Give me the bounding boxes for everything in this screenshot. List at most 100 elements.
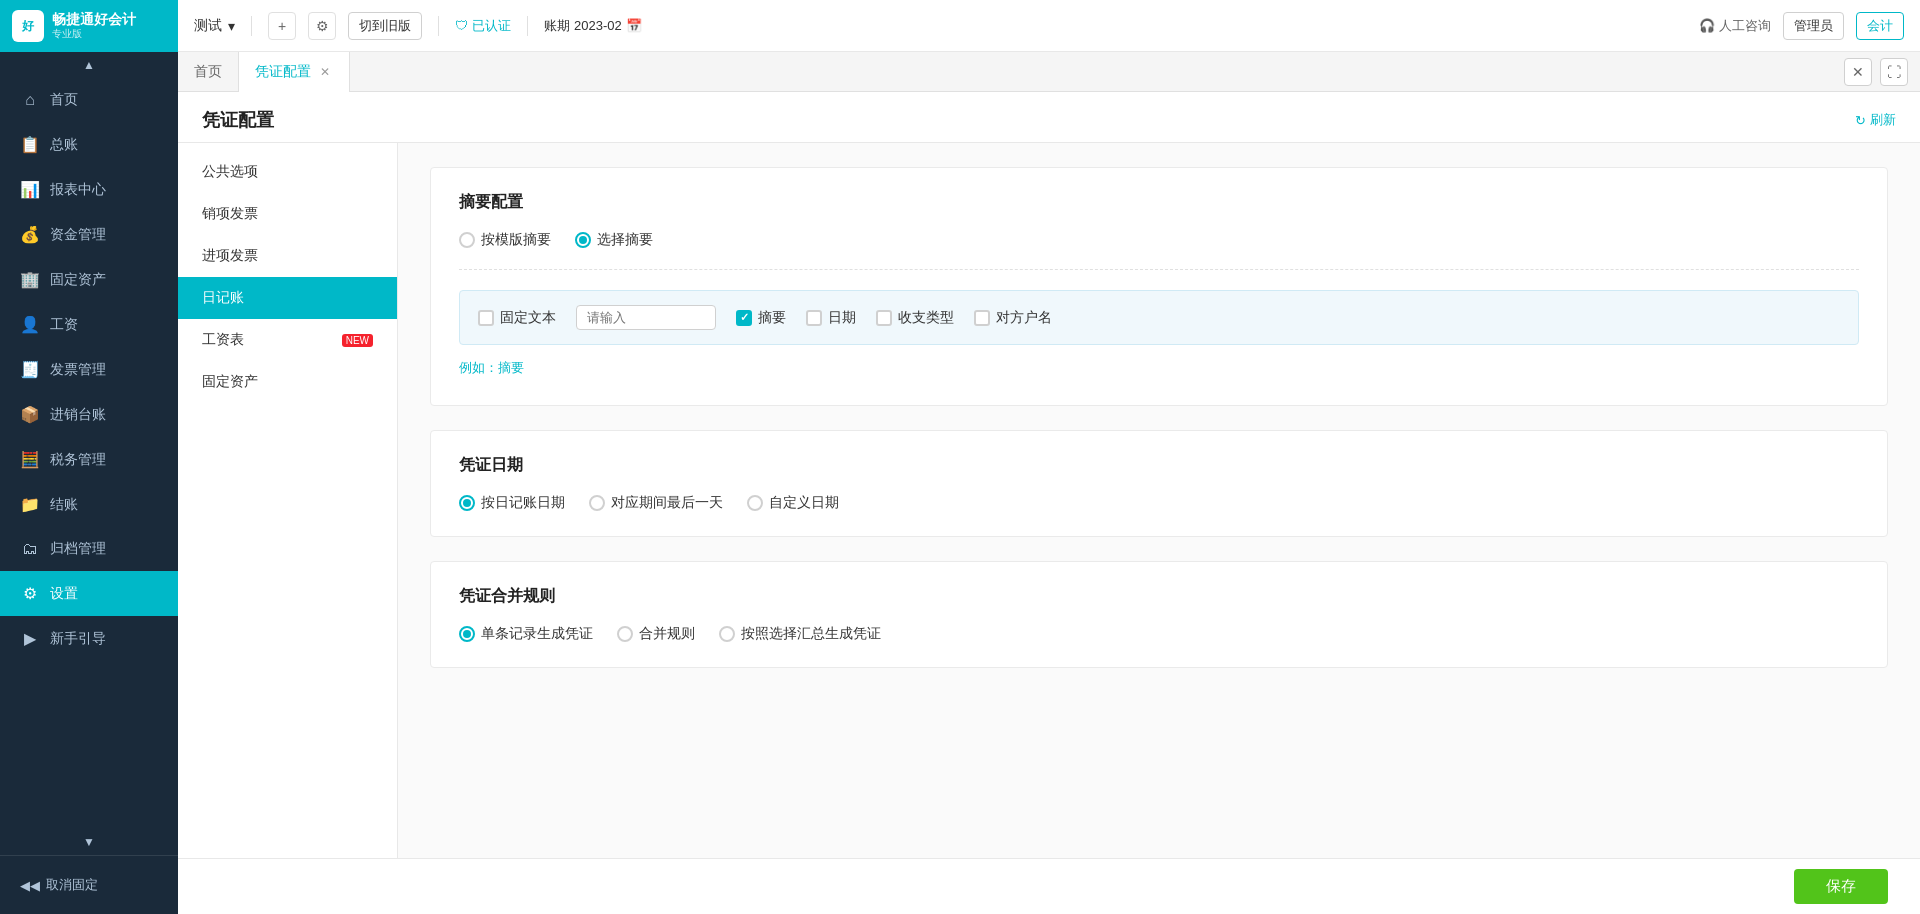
page-footer: 保存: [178, 858, 1920, 914]
radio-custom-date-label: 自定义日期: [769, 494, 839, 512]
checkbox-date-box: [806, 310, 822, 326]
tab-voucher-config-label: 凭证配置: [255, 63, 311, 81]
settings-config-btn[interactable]: ⚙: [308, 12, 336, 40]
page-title: 凭证配置: [202, 108, 274, 132]
radio-template-summary[interactable]: 按模版摘要: [459, 231, 551, 249]
tab-voucher-config-close[interactable]: ✕: [317, 64, 333, 80]
radio-single-record[interactable]: 单条记录生成凭证: [459, 625, 593, 643]
company-selector[interactable]: 测试 ▾: [194, 17, 235, 35]
left-nav-purchase-invoice[interactable]: 进项发票: [178, 235, 397, 277]
fullscreen-icon: ⛶: [1887, 64, 1901, 80]
tax-icon: 🧮: [20, 450, 40, 469]
sidebar-item-archive-label: 归档管理: [50, 540, 106, 558]
sidebar-item-invoice[interactable]: 🧾 发票管理: [0, 347, 178, 392]
tabbar: 首页 凭证配置 ✕ ✕ ⛶: [178, 52, 1920, 92]
sidebar-item-archive[interactable]: 🗂 归档管理: [0, 527, 178, 571]
sidebar-scroll-down-arrow[interactable]: ▼: [73, 833, 105, 851]
radio-select-summary[interactable]: 选择摘要: [575, 231, 653, 249]
left-nav-payroll[interactable]: 工资表 NEW: [178, 319, 397, 361]
radio-aggregate-generate-circle: [719, 626, 735, 642]
sidebar: 好 畅捷通好会计 专业版 ▲ ⌂ 首页 📋 总账 📊 报表中心 💰 资金管理 🏢…: [0, 0, 178, 914]
sidebar-item-reports-label: 报表中心: [50, 181, 106, 199]
app-logo-text: 畅捷通好会计 专业版: [52, 11, 136, 42]
checkbox-summary[interactable]: 摘要: [736, 309, 786, 327]
left-nav-public[interactable]: 公共选项: [178, 151, 397, 193]
radio-custom-date[interactable]: 自定义日期: [747, 494, 839, 512]
checkbox-counterpart-name-box: [974, 310, 990, 326]
settings-config-icon: ⚙: [316, 18, 329, 34]
refresh-btn[interactable]: ↻ 刷新: [1855, 111, 1896, 129]
guide-icon: ▶: [20, 629, 40, 648]
sidebar-item-tax[interactable]: 🧮 税务管理: [0, 437, 178, 482]
radio-select-summary-circle: [575, 232, 591, 248]
add-icon: +: [278, 18, 286, 34]
checkbox-income-type[interactable]: 收支类型: [876, 309, 954, 327]
sidebar-item-home-label: 首页: [50, 91, 78, 109]
sidebar-item-sales[interactable]: 📦 进销台账: [0, 392, 178, 437]
checkbox-income-type-box: [876, 310, 892, 326]
summary-radio-group: 按模版摘要 选择摘要: [459, 231, 1859, 249]
company-name: 测试: [194, 17, 222, 35]
sidebar-item-ledger[interactable]: 📋 总账: [0, 122, 178, 167]
accountant-btn[interactable]: 会计: [1856, 12, 1904, 40]
app-logo-icon: 好: [12, 10, 44, 42]
left-nav-sales-invoice[interactable]: 销项发票: [178, 193, 397, 235]
tab-voucher-config[interactable]: 凭证配置 ✕: [239, 52, 350, 92]
radio-single-record-circle: [459, 626, 475, 642]
archive-icon: 🗂: [20, 540, 40, 558]
radio-merge-rules-label: 合并规则: [639, 625, 695, 643]
cancel-pin-label: 取消固定: [46, 876, 98, 894]
sidebar-item-reports[interactable]: 📊 报表中心: [0, 167, 178, 212]
sidebar-item-ledger-label: 总账: [50, 136, 78, 154]
left-nav-journal-label: 日记账: [202, 289, 244, 305]
consult-btn[interactable]: 🎧 人工咨询: [1699, 17, 1771, 35]
checkbox-counterpart-name[interactable]: 对方户名: [974, 309, 1052, 327]
topbar: 测试 ▾ + ⚙ 切到旧版 🛡 已认证 账期 2023-02 📅 🎧 人工咨询 …: [178, 0, 1920, 52]
checkbox-fixed-text-label: 固定文本: [500, 309, 556, 327]
tab-home[interactable]: 首页: [178, 52, 239, 92]
sidebar-item-settings[interactable]: ⚙ 设置: [0, 571, 178, 616]
voucher-date-section: 凭证日期 按日记账日期 对应期间最后一天 自定义日期: [430, 430, 1888, 537]
save-btn[interactable]: 保存: [1794, 869, 1888, 904]
left-nav-fixed-assets[interactable]: 固定资产: [178, 361, 397, 403]
sidebar-logo: 好 畅捷通好会计 专业版: [0, 0, 178, 52]
left-nav-payroll-row: 工资表 NEW: [202, 331, 373, 349]
tab-fullscreen-btn[interactable]: ⛶: [1880, 58, 1908, 86]
sidebar-item-home[interactable]: ⌂ 首页: [0, 78, 178, 122]
sidebar-item-assets-label: 固定资产: [50, 271, 106, 289]
voucher-date-title: 凭证日期: [459, 455, 1859, 476]
checkbox-summary-label: 摘要: [758, 309, 786, 327]
radio-journal-date-label: 按日记账日期: [481, 494, 565, 512]
sidebar-item-salary[interactable]: 👤 工资: [0, 302, 178, 347]
radio-period-last-day[interactable]: 对应期间最后一天: [589, 494, 723, 512]
sidebar-item-guide[interactable]: ▶ 新手引导: [0, 616, 178, 661]
home-icon: ⌂: [20, 91, 40, 109]
sidebar-scroll-up-arrow[interactable]: ▲: [73, 56, 105, 74]
fixed-text-input[interactable]: [576, 305, 716, 330]
radio-journal-date[interactable]: 按日记账日期: [459, 494, 565, 512]
left-nav-journal[interactable]: 日记账: [178, 277, 397, 319]
sidebar-item-guide-label: 新手引导: [50, 630, 106, 648]
radio-merge-rules[interactable]: 合并规则: [617, 625, 695, 643]
user-btn[interactable]: 管理员: [1783, 12, 1844, 40]
period-value: 2023-02: [574, 18, 622, 33]
checkbox-fixed-text[interactable]: 固定文本: [478, 309, 556, 327]
left-nav-purchase-invoice-label: 进项发票: [202, 247, 258, 263]
assets-icon: 🏢: [20, 270, 40, 289]
old-version-btn[interactable]: 切到旧版: [348, 12, 422, 40]
left-nav-fixed-assets-label: 固定资产: [202, 373, 258, 389]
period-selector[interactable]: 账期 2023-02 📅: [544, 17, 642, 35]
sidebar-item-fund[interactable]: 💰 资金管理: [0, 212, 178, 257]
radio-aggregate-generate[interactable]: 按照选择汇总生成凭证: [719, 625, 881, 643]
left-nav-sales-invoice-label: 销项发票: [202, 205, 258, 221]
left-nav-public-label: 公共选项: [202, 163, 258, 179]
sidebar-item-assets[interactable]: 🏢 固定资产: [0, 257, 178, 302]
checkbox-date[interactable]: 日期: [806, 309, 856, 327]
sidebar-item-close[interactable]: 📁 结账: [0, 482, 178, 527]
cancel-pin-btn[interactable]: ◀◀ 取消固定: [0, 866, 178, 904]
add-btn[interactable]: +: [268, 12, 296, 40]
tab-bar-right: ✕ ⛶: [1844, 58, 1920, 86]
tab-close-btn[interactable]: ✕: [1844, 58, 1872, 86]
refresh-label: 刷新: [1870, 111, 1896, 129]
radio-template-summary-label: 按模版摘要: [481, 231, 551, 249]
